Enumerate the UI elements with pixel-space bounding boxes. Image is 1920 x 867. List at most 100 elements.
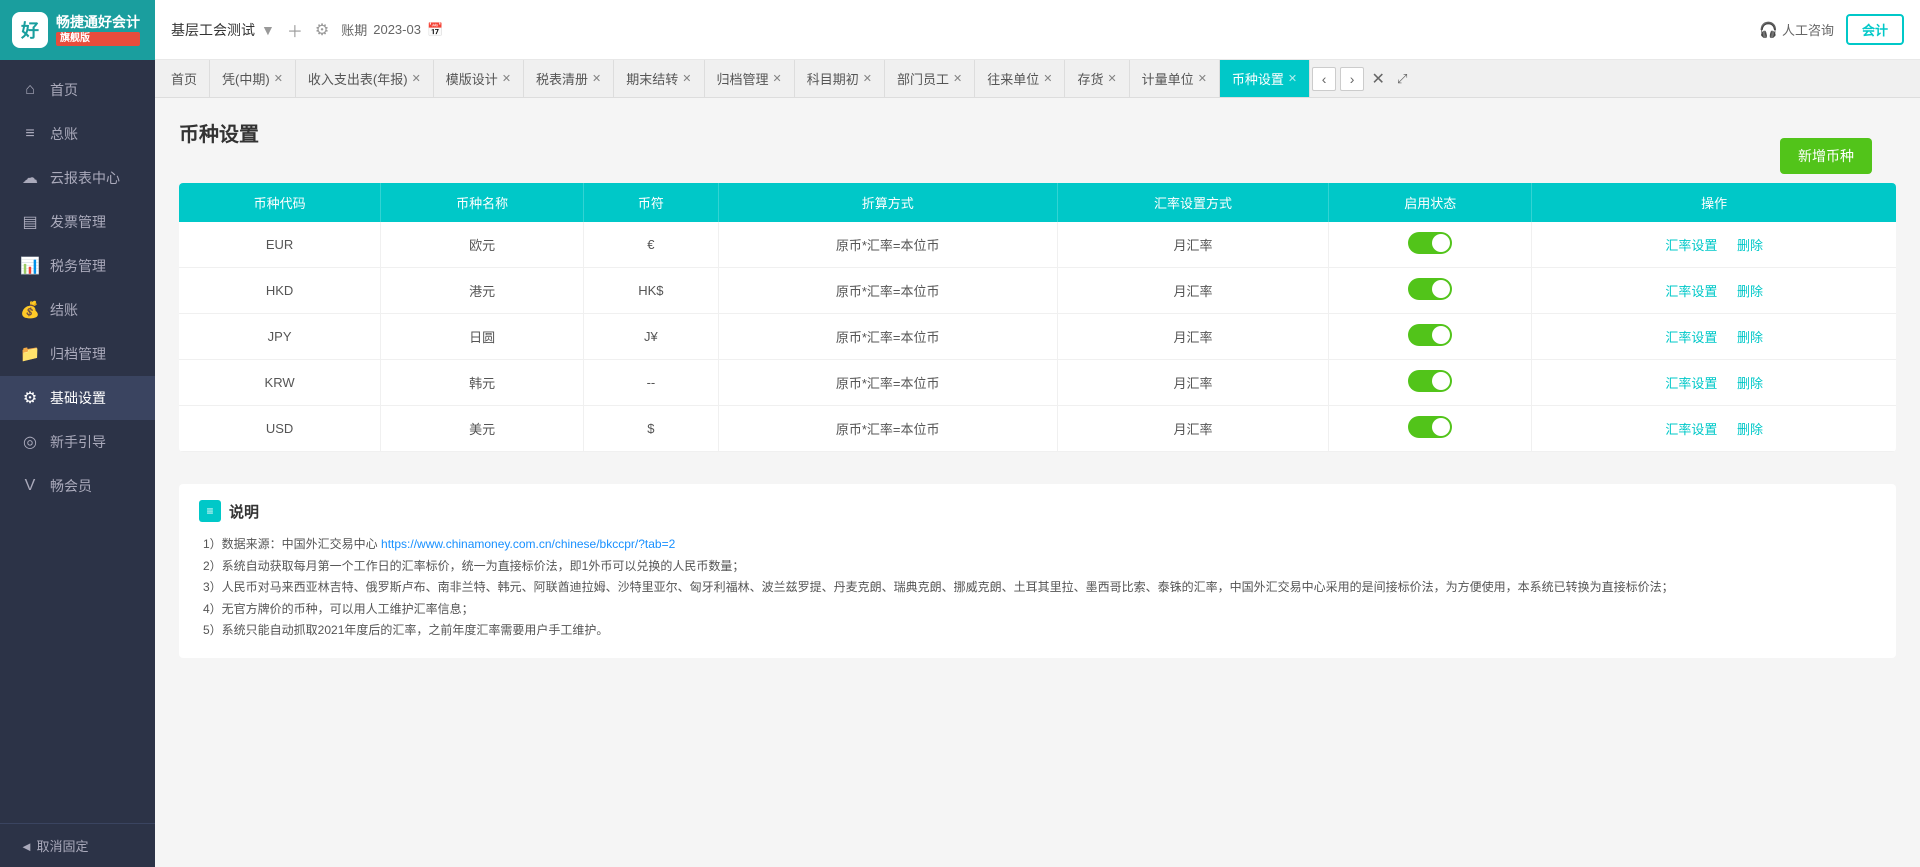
sidebar-item-archive[interactable]: 📁 归档管理 <box>0 332 155 376</box>
tab-archive-mgr[interactable]: 归档管理 ✕ <box>705 60 795 98</box>
sidebar-logo: 好 畅捷通好会计 旗舰版 <box>0 0 155 60</box>
cell-symbol: J¥ <box>584 314 718 360</box>
page-title: 币种设置 <box>179 118 259 147</box>
tab-close-icon[interactable]: ✕ <box>863 72 872 85</box>
table-row: EUR 欧元 € 原币*汇率=本位币 月汇率 汇率设置 删除 <box>179 222 1896 268</box>
sidebar-item-home[interactable]: ⌂ 首页 <box>0 68 155 112</box>
cell-actions: 汇率设置 删除 <box>1532 222 1896 268</box>
tab-label: 部门员工 <box>897 69 949 88</box>
tab-template[interactable]: 模版设计 ✕ <box>434 60 524 98</box>
tab-close-icon[interactable]: ✕ <box>682 72 691 85</box>
status-toggle[interactable] <box>1408 370 1452 392</box>
tab-home[interactable]: 首页 <box>159 60 210 98</box>
tab-label: 凭(中期) <box>222 69 270 88</box>
tab-close-all-button[interactable]: ✕ <box>1366 67 1390 91</box>
help-button[interactable]: 🎧 人工咨询 <box>1759 20 1834 39</box>
tab-unit[interactable]: 计量单位 ✕ <box>1130 60 1220 98</box>
sidebar-item-ledger[interactable]: ≡ 总账 <box>0 112 155 156</box>
headphone-icon: 🎧 <box>1759 21 1778 39</box>
calendar-icon[interactable]: 📅 <box>427 22 443 38</box>
tab-label: 首页 <box>171 69 197 88</box>
tab-contacts[interactable]: 往来单位 ✕ <box>975 60 1065 98</box>
cell-name: 韩元 <box>381 360 584 406</box>
sidebar-item-label: 基础设置 <box>50 388 106 408</box>
col-calc: 折算方式 <box>718 183 1057 222</box>
new-currency-button[interactable]: 新增币种 <box>1780 138 1872 174</box>
delete-link[interactable]: 删除 <box>1737 330 1763 345</box>
company-label: 基层工会测试 <box>171 20 255 40</box>
tab-expand-button[interactable]: ⤢ <box>1390 67 1414 91</box>
status-toggle[interactable] <box>1408 278 1452 300</box>
topbar-settings-icon[interactable]: ⚙ <box>315 20 329 40</box>
sidebar-item-settings[interactable]: ⚙ 基础设置 <box>0 376 155 420</box>
tab-currency[interactable]: 币种设置 ✕ <box>1220 60 1310 98</box>
tab-close-icon[interactable]: ✕ <box>1288 72 1297 85</box>
cell-status <box>1329 406 1532 452</box>
sidebar-item-guide[interactable]: ◎ 新手引导 <box>0 420 155 464</box>
col-rate-method: 汇率设置方式 <box>1057 183 1329 222</box>
delete-link[interactable]: 删除 <box>1737 422 1763 437</box>
status-toggle[interactable] <box>1408 416 1452 438</box>
cell-actions: 汇率设置 删除 <box>1532 268 1896 314</box>
tab-close-icon[interactable]: ✕ <box>1043 72 1052 85</box>
sidebar-nav: ⌂ 首页 ≡ 总账 ☁ 云报表中心 ▤ 发票管理 📊 税务管理 💰 结账 📁 归… <box>0 60 155 823</box>
rate-setting-link[interactable]: 汇率设置 <box>1665 422 1717 437</box>
tab-close-icon[interactable]: ✕ <box>502 72 511 85</box>
cell-symbol: HK$ <box>584 268 718 314</box>
tab-department[interactable]: 部门员工 ✕ <box>885 60 975 98</box>
account-button[interactable]: 会计 <box>1846 14 1904 45</box>
tab-period-end[interactable]: 期末结转 ✕ <box>614 60 704 98</box>
rate-setting-link[interactable]: 汇率设置 <box>1665 284 1717 299</box>
sidebar-item-tax[interactable]: 📊 税务管理 <box>0 244 155 288</box>
cell-code: USD <box>179 406 381 452</box>
cell-name: 日圆 <box>381 314 584 360</box>
sidebar-pin-toggle[interactable]: ◄ 取消固定 <box>0 823 155 867</box>
tab-subject-init[interactable]: 科目期初 ✕ <box>795 60 885 98</box>
sidebar-item-member[interactable]: V 畅会员 <box>0 464 155 508</box>
tab-voucher[interactable]: 凭(中期) ✕ <box>210 60 296 98</box>
rate-setting-link[interactable]: 汇率设置 <box>1665 238 1717 253</box>
notes-icon: ≡ <box>199 500 221 522</box>
cell-status <box>1329 268 1532 314</box>
delete-link[interactable]: 删除 <box>1737 376 1763 391</box>
tab-tax-clear[interactable]: 税表清册 ✕ <box>524 60 614 98</box>
sidebar-item-invoice[interactable]: ▤ 发票管理 <box>0 200 155 244</box>
ledger-icon: ≡ <box>20 125 40 143</box>
tab-prev-button[interactable]: ‹ <box>1312 67 1336 91</box>
content-area: 币种设置 新增币种 币种代码 币种名称 币符 折算方式 汇率设置方式 启用状态 … <box>155 98 1920 867</box>
notes-title-text: 说明 <box>229 501 259 522</box>
sidebar-item-reports[interactable]: ☁ 云报表中心 <box>0 156 155 200</box>
cell-actions: 汇率设置 删除 <box>1532 314 1896 360</box>
topbar: 基层工会测试 ▼ ＋ ⚙ 账期 2023-03 📅 🎧 人工咨询 会计 <box>155 0 1920 60</box>
tab-next-button[interactable]: › <box>1340 67 1364 91</box>
tab-close-icon[interactable]: ✕ <box>1198 72 1207 85</box>
status-toggle[interactable] <box>1408 232 1452 254</box>
cell-status <box>1329 314 1532 360</box>
sidebar-item-label: 首页 <box>50 80 78 100</box>
cell-calc-method: 原币*汇率=本位币 <box>718 268 1057 314</box>
status-toggle[interactable] <box>1408 324 1452 346</box>
invoice-icon: ▤ <box>20 212 40 232</box>
delete-link[interactable]: 删除 <box>1737 284 1763 299</box>
tab-close-icon[interactable]: ✕ <box>953 72 962 85</box>
tab-close-icon[interactable]: ✕ <box>592 72 601 85</box>
content-header: 币种设置 新增币种 <box>179 118 1896 167</box>
add-tab-button[interactable]: ＋ <box>287 18 303 42</box>
sidebar-item-label: 归档管理 <box>50 344 106 364</box>
rate-setting-link[interactable]: 汇率设置 <box>1665 376 1717 391</box>
tab-close-icon[interactable]: ✕ <box>274 72 283 85</box>
col-status: 启用状态 <box>1329 183 1532 222</box>
tab-close-icon[interactable]: ✕ <box>773 72 782 85</box>
notes-link[interactable]: https://www.chinamoney.com.cn/chinese/bk… <box>381 537 675 551</box>
tab-close-icon[interactable]: ✕ <box>412 72 421 85</box>
notes-item: 3）人民币对马来西亚林吉特、俄罗斯卢布、南非兰特、韩元、阿联酋迪拉姆、沙特里亚尔… <box>199 577 1876 599</box>
tab-close-icon[interactable]: ✕ <box>1107 72 1116 85</box>
tab-label: 存货 <box>1077 69 1103 88</box>
sidebar-item-checkout[interactable]: 💰 结账 <box>0 288 155 332</box>
company-dropdown-icon[interactable]: ▼ <box>261 22 275 38</box>
delete-link[interactable]: 删除 <box>1737 238 1763 253</box>
rate-setting-link[interactable]: 汇率设置 <box>1665 330 1717 345</box>
tab-income[interactable]: 收入支出表(年报) ✕ <box>296 60 434 98</box>
settings-icon: ⚙ <box>20 388 40 408</box>
tab-inventory[interactable]: 存货 ✕ <box>1065 60 1129 98</box>
